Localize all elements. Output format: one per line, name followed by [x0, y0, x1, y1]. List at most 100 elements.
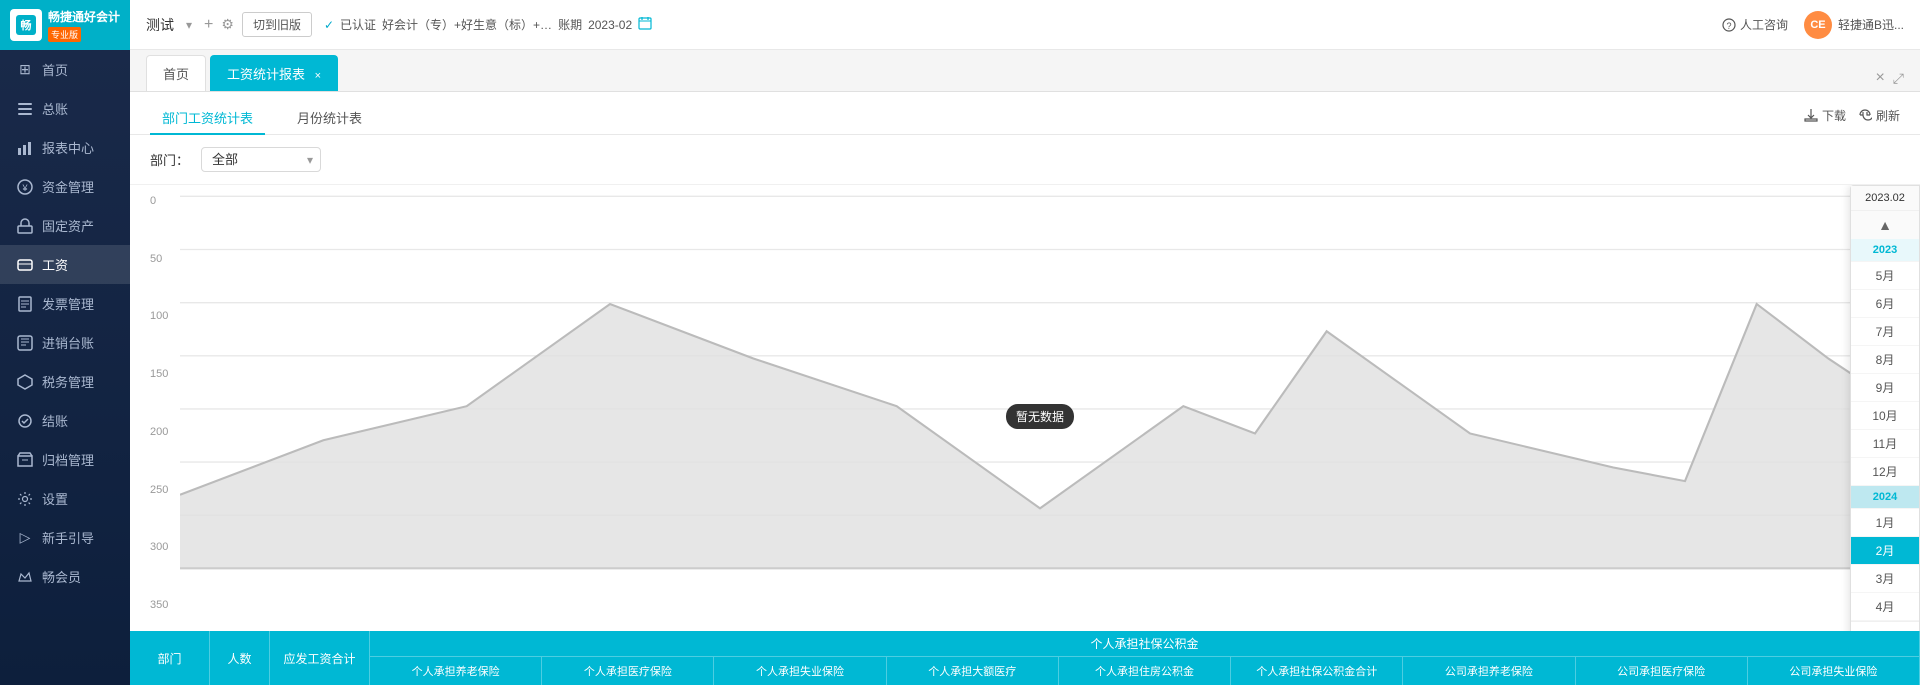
reports-icon [16, 139, 34, 157]
sidebar: 畅 畅捷通好会计 专业版 ⊞ 首页 总账 报表中心 ¥ 资金管理 固定资产 [0, 0, 130, 685]
table-header: 部门 人数 应发工资合计 个人承担社保公积金 个人承担养老保险 个人承担医疗保险… [130, 631, 1920, 685]
sidebar-item-tax[interactable]: 税务管理 [0, 362, 130, 401]
sidebar-item-label: 设置 [42, 489, 68, 508]
sidebar-item-settle[interactable]: 结账 [0, 401, 130, 440]
th-personal-total: 个人承担社保公积金合计 [1231, 657, 1403, 685]
home-icon: ⊞ [16, 61, 34, 79]
date-nav-down-icon[interactable]: ▼ [1874, 626, 1896, 631]
logo-text: 畅捷通好会计 专业版 [48, 8, 120, 42]
date-month-mar-2024[interactable]: 3月 [1851, 565, 1919, 593]
date-month-sep[interactable]: 9月 [1851, 374, 1919, 402]
date-panel-nav-up: ▲ [1851, 211, 1919, 239]
account-tags: 好会计（专）+好生意（标）+… [382, 16, 552, 33]
sidebar-item-archive[interactable]: 归档管理 [0, 440, 130, 479]
sidebar-item-label: 固定资产 [42, 216, 94, 235]
invoices-icon [16, 295, 34, 313]
refresh-button[interactable]: 刷新 [1858, 107, 1900, 124]
tab-close-icon[interactable]: × [315, 70, 321, 82]
ledger-icon [16, 100, 34, 118]
sidebar-item-home[interactable]: ⊞ 首页 [0, 50, 130, 89]
logo-area: 畅 畅捷通好会计 专业版 [0, 0, 130, 50]
sidebar-item-funds[interactable]: ¥ 资金管理 [0, 167, 130, 206]
sidebar-item-settings[interactable]: 设置 [0, 479, 130, 518]
sales-icon [16, 334, 34, 352]
date-nav-up-icon[interactable]: ▲ [1874, 215, 1896, 235]
topbar-actions: + ⚙ 切到旧版 [204, 12, 312, 37]
date-year-2024: 2024 [1851, 486, 1919, 509]
sidebar-item-label: 报表中心 [42, 138, 94, 157]
subtab-monthly[interactable]: 月份统计表 [285, 102, 374, 135]
guide-icon: ▷ [16, 529, 34, 547]
th-dept: 部门 [130, 631, 210, 685]
subtabbar: 部门工资统计表 月份统计表 下载 刷新 [130, 92, 1920, 135]
svg-text:¥: ¥ [21, 183, 28, 193]
date-month-aug[interactable]: 8月 [1851, 346, 1919, 374]
sidebar-item-invoices[interactable]: 发票管理 [0, 284, 130, 323]
calendar-icon[interactable] [638, 16, 652, 33]
date-panel-current: 2023.02 [1851, 186, 1919, 211]
subtab-dept[interactable]: 部门工资统计表 [150, 102, 265, 135]
tax-icon [16, 373, 34, 391]
date-month-nov[interactable]: 11月 [1851, 430, 1919, 458]
svg-text:?: ? [1726, 21, 1731, 31]
date-year-2023: 2023 [1851, 239, 1919, 262]
dept-select[interactable]: 全部 行政部 财务部 销售部 [201, 147, 321, 172]
sidebar-item-label: 畅会员 [42, 567, 81, 586]
date-month-jul[interactable]: 7月 [1851, 318, 1919, 346]
add-icon[interactable]: + [204, 16, 213, 34]
certified-badge: ✓ [324, 18, 334, 32]
close-panel-icon[interactable]: × [1875, 69, 1884, 87]
date-month-jun[interactable]: 6月 [1851, 290, 1919, 318]
content-area: 部门工资统计表 月份统计表 下载 刷新 部门： 全部 行政部 财务部 [130, 92, 1920, 685]
help-button[interactable]: ? 人工咨询 [1722, 16, 1788, 33]
avatar: CE [1804, 11, 1832, 39]
company-name: 测试 [146, 15, 174, 35]
status-area: ✓ 已认证 好会计（专）+好生意（标）+… 账期 2023-02 [324, 16, 652, 33]
sidebar-item-label: 新手引导 [42, 528, 94, 547]
date-panel: 2023.02 ▲ 2023 5月 6月 7月 8月 9月 10月 11月 12… [1850, 185, 1920, 631]
company-dropdown-icon[interactable]: ▾ [186, 18, 192, 32]
sidebar-item-salary[interactable]: 工资 [0, 245, 130, 284]
th-total-salary: 应发工资合计 [270, 631, 370, 685]
date-panel-nav-down: ▼ [1851, 621, 1919, 631]
date-month-may[interactable]: 5月 [1851, 262, 1919, 290]
user-name: 轻捷通B迅... [1838, 16, 1904, 33]
download-button[interactable]: 下载 [1804, 107, 1846, 124]
sidebar-item-vip[interactable]: 畅会员 [0, 557, 130, 596]
sidebar-item-label: 进销台账 [42, 333, 94, 352]
subtab-actions: 下载 刷新 [1804, 107, 1900, 130]
th-personal-bigmed: 个人承担大额医疗 [887, 657, 1059, 685]
sidebar-item-reports[interactable]: 报表中心 [0, 128, 130, 167]
main-area: 测试 ▾ + ⚙ 切到旧版 ✓ 已认证 好会计（专）+好生意（标）+… 账期 2… [130, 0, 1920, 685]
sidebar-item-label: 归档管理 [42, 450, 94, 469]
sidebar-item-label: 资金管理 [42, 177, 94, 196]
sidebar-item-ledger[interactable]: 总账 [0, 89, 130, 128]
sidebar-item-label: 总账 [42, 99, 68, 118]
settings-icon [16, 490, 34, 508]
date-month-dec[interactable]: 12月 [1851, 458, 1919, 486]
dept-select-wrap: 全部 行政部 财务部 销售部 [201, 147, 321, 172]
sidebar-item-sales[interactable]: 进销台账 [0, 323, 130, 362]
user-area[interactable]: CE 轻捷通B迅... [1804, 11, 1904, 39]
sidebar-item-assets[interactable]: 固定资产 [0, 206, 130, 245]
sidebar-item-guide[interactable]: ▷ 新手引导 [0, 518, 130, 557]
switch-old-button[interactable]: 切到旧版 [242, 12, 312, 37]
th-personal-unemployment: 个人承担失业保险 [714, 657, 886, 685]
sidebar-item-label: 税务管理 [42, 372, 94, 391]
th-company-pension: 公司承担养老保险 [1403, 657, 1575, 685]
settings-topbar-icon[interactable]: ⚙ [221, 16, 234, 33]
tab-home[interactable]: 首页 [146, 55, 206, 91]
tab-salary[interactable]: 工资统计报表 × [210, 55, 338, 91]
date-month-jan-2024[interactable]: 1月 [1851, 509, 1919, 537]
date-month-apr-2024[interactable]: 4月 [1851, 593, 1919, 621]
sidebar-item-label: 首页 [42, 60, 68, 79]
date-month-feb-2024[interactable]: 2月 [1851, 537, 1919, 565]
funds-icon: ¥ [16, 178, 34, 196]
expand-icon[interactable]: ⤢ [1893, 70, 1904, 87]
period-value: 2023-02 [588, 18, 632, 32]
chart-container: 350 300 250 200 150 100 50 0 [130, 185, 1920, 631]
th-personal-housing: 个人承担住房公积金 [1059, 657, 1231, 685]
topbar: 测试 ▾ + ⚙ 切到旧版 ✓ 已认证 好会计（专）+好生意（标）+… 账期 2… [130, 0, 1920, 50]
date-month-oct[interactable]: 10月 [1851, 402, 1919, 430]
th-personal-pension: 个人承担养老保险 [370, 657, 542, 685]
